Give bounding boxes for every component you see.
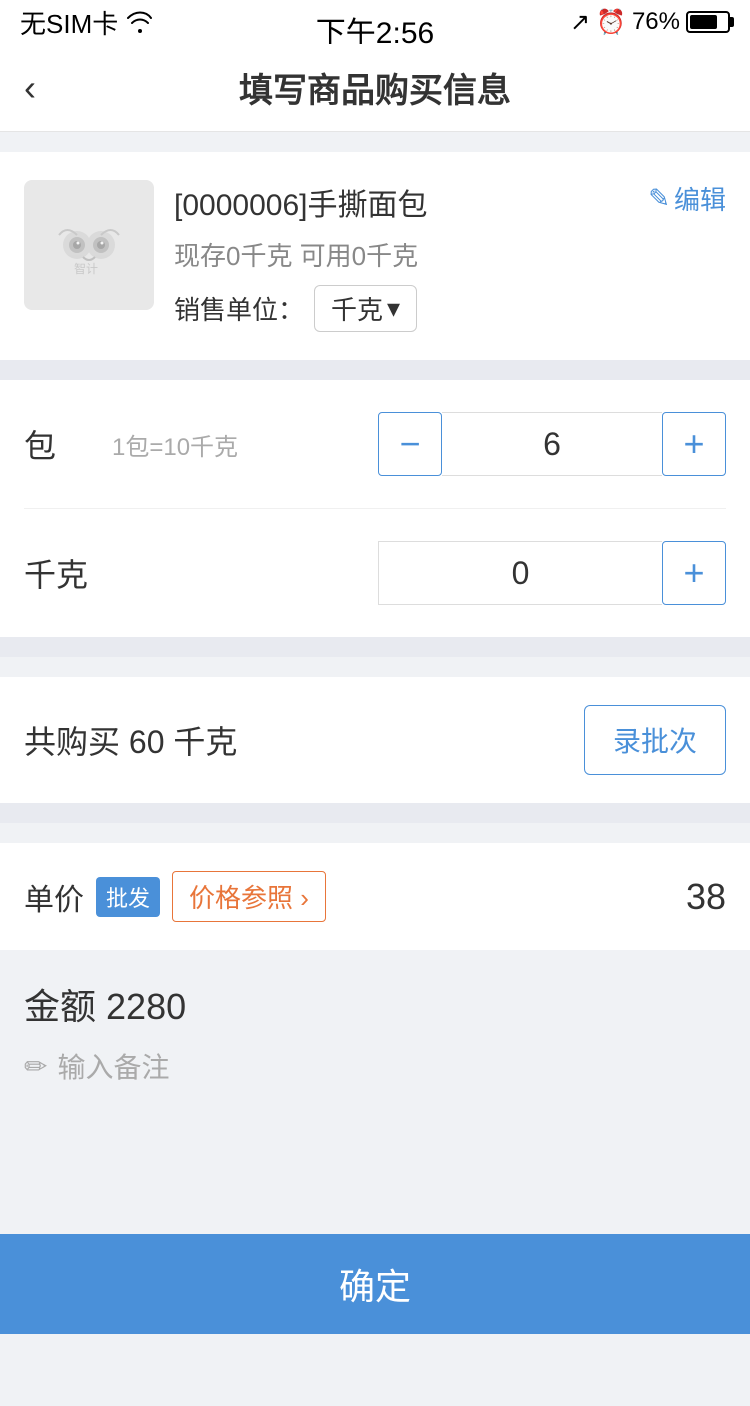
product-stock: 现存0千克 可用0千克 [174,236,726,273]
nav-bar: ‹ 填写商品购买信息 [0,44,750,132]
note-row[interactable]: ✏ 输入备注 [24,1046,726,1086]
bao-controls: − + [378,412,726,476]
confirm-button[interactable]: 确定 [0,1234,750,1334]
back-button[interactable]: ‹ [24,67,36,109]
kg-plus-button[interactable]: + [662,541,726,605]
status-right: ↗ ⏰ 76% [570,8,730,37]
bao-hint: 1包=10千克 [112,427,378,462]
bao-input-row: 包 1包=10千克 − + [24,380,726,509]
price-left: 单价 批发 价格参照 › [24,871,326,922]
bao-minus-button[interactable]: − [378,412,442,476]
price-ref-button[interactable]: 价格参照 › [172,871,326,922]
edit-link[interactable]: ✎ 编辑 [648,180,726,217]
price-badge: 批发 [96,877,160,917]
product-logo: 智计 [49,215,129,275]
product-name: [0000006]手撕面包 [174,180,726,224]
location-icon: ↗ [570,8,590,37]
wifi-icon [126,11,154,33]
amount-row: 金额 2280 [24,978,726,1030]
note-placeholder: 输入备注 [57,1046,169,1086]
price-label: 单价 [24,875,84,919]
bao-input[interactable] [442,412,662,476]
product-info: ✎ 编辑 [0000006]手撕面包 现存0千克 可用0千克 销售单位： 千克 … [174,180,726,332]
unit-value: 千克 [331,290,383,327]
amount-section: 金额 2280 ✏ 输入备注 [0,950,750,1106]
unit-selector[interactable]: 千克 ▾ [314,285,417,332]
separator-2 [0,637,750,657]
unit-label: 销售单位： [174,290,304,327]
price-section: 单价 批发 价格参照 › 38 [0,843,750,950]
dropdown-icon: ▾ [387,293,400,324]
kg-controls: + [378,541,726,605]
separator-1 [0,360,750,380]
total-section: 共购买 60 千克 录批次 [0,677,750,803]
kg-input[interactable] [378,541,662,605]
product-unit-row: 销售单位： 千克 ▾ [174,285,726,332]
bao-plus-button[interactable]: + [662,412,726,476]
kg-input-row: 千克 + [24,509,726,637]
bao-label: 包 [24,421,104,467]
status-left: 无SIM卡 [20,4,154,41]
separator-3 [0,803,750,823]
price-value: 38 [686,876,726,918]
battery-icon [686,11,730,33]
page-title: 填写商品购买信息 [239,63,511,112]
pencil-icon: ✏ [24,1050,47,1083]
batch-button[interactable]: 录批次 [584,705,726,775]
amount-value: 2280 [106,986,186,1027]
battery-fill [690,15,717,29]
svg-text:智计: 智计 [74,261,98,275]
product-card: 智计 ✎ 编辑 [0000006]手撕面包 现存0千克 可用0千克 销售单位： … [0,152,750,360]
confirm-wrapper: 确定 [0,1234,750,1334]
total-text: 共购买 60 千克 [24,717,237,763]
input-section: 包 1包=10千克 − + 千克 + [0,380,750,637]
amount-label: 金额 [24,986,96,1027]
kg-label: 千克 [24,550,104,596]
battery-percent: 76% [632,8,680,36]
edit-icon: ✎ [648,183,670,214]
alarm-icon: ⏰ [596,8,626,37]
edit-label: 编辑 [674,180,726,217]
product-image: 智计 [24,180,154,310]
status-bar: 无SIM卡 下午2:56 ↗ ⏰ 76% [0,0,750,44]
carrier-label: 无SIM卡 [20,4,118,41]
